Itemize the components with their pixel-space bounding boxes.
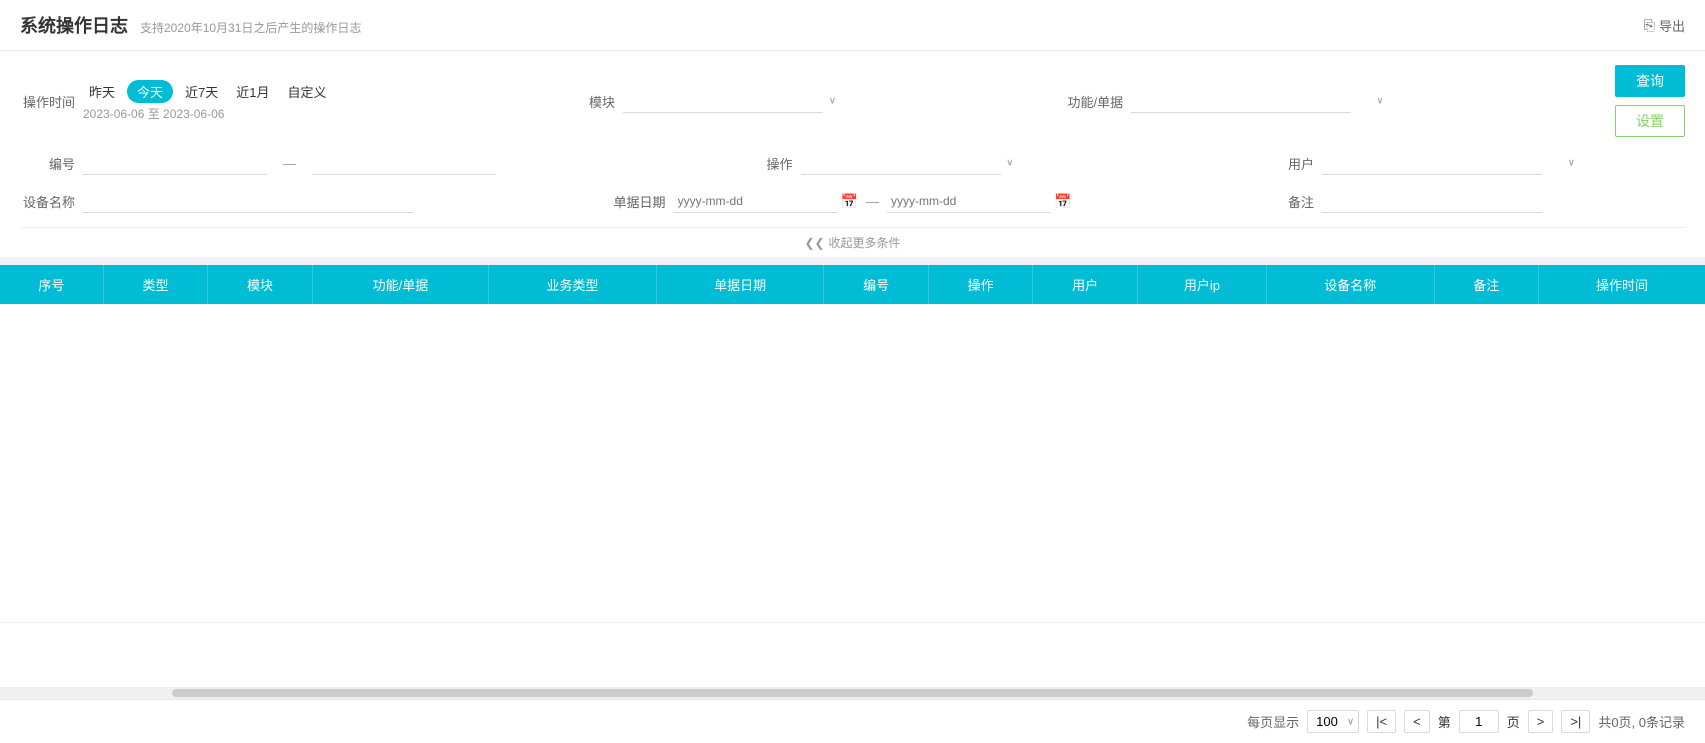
code-input-from[interactable] (83, 151, 267, 175)
time-label: 操作时间 (20, 92, 75, 111)
remark-filter-item: 备注 (1259, 189, 1579, 213)
user-chevron-icon: ∨ (1568, 158, 1575, 169)
calendar-to-icon[interactable]: 📅 (1054, 193, 1071, 210)
module-label: 模块 (560, 92, 615, 111)
col-remark: 备注 (1434, 265, 1538, 304)
user-filter-item: 用户 ∨ (1259, 151, 1579, 175)
page-header: 系统操作日志 支持2020年10月31日之后产生的操作日志 ⎘ 导出 (0, 0, 1705, 51)
collapse-arrow-icon: ❮❮ (804, 236, 824, 250)
action-buttons: 查询 设置 (1615, 65, 1685, 137)
filter-row-2: 编号 — 操作 ∨ 用户 (20, 151, 1685, 175)
col-code: 编号 (824, 265, 928, 304)
col-user-ip: 用户ip (1137, 265, 1266, 304)
code-input-to[interactable] (312, 151, 496, 175)
col-func: 功能/单据 (312, 265, 488, 304)
module-chevron-icon: ∨ (829, 96, 836, 107)
empty-state (8, 313, 1697, 613)
col-voucher-date: 单据日期 (656, 265, 824, 304)
col-type: 类型 (103, 265, 207, 304)
filter-row-1: 操作时间 昨天 今天 近7天 近1月 自定义 2023-06-06 至 2023… (20, 65, 1685, 137)
horizontal-scrollbar[interactable] (0, 687, 1705, 699)
calendar-from-icon[interactable]: 📅 (841, 193, 858, 210)
export-icon: ⎘ (1644, 17, 1655, 34)
settings-button[interactable]: 设置 (1615, 105, 1685, 137)
next-page-button[interactable]: > (1528, 710, 1554, 733)
table-wrapper: 序号 类型 模块 功能/单据 业务类型 单据日期 编号 操作 用户 用户ip 设… (0, 265, 1705, 687)
scrollbar-thumb[interactable] (172, 689, 1533, 697)
first-page-button[interactable]: |< (1367, 710, 1396, 733)
module-filter-item: 模块 ∨ (560, 89, 840, 113)
date-range-dash: — (866, 194, 879, 209)
user-select[interactable] (1322, 151, 1542, 175)
func-label: 功能/单据 (1068, 92, 1124, 111)
func-select[interactable] (1131, 89, 1351, 113)
operation-label: 操作 (738, 154, 793, 173)
last1m-btn[interactable]: 近1月 (230, 80, 275, 103)
page-title: 系统操作日志 (20, 12, 128, 38)
func-filter-item: 功能/单据 ∨ (1068, 89, 1388, 113)
voucher-date-label: 单据日期 (601, 192, 666, 211)
module-select[interactable] (623, 89, 823, 113)
operation-filter-item: 操作 ∨ (738, 151, 1018, 175)
func-chevron-icon: ∨ (1376, 96, 1383, 107)
page-number-input[interactable] (1459, 710, 1499, 733)
export-button[interactable]: ⎘ 导出 (1644, 16, 1685, 35)
device-label: 设备名称 (20, 192, 75, 211)
date-range-display: 2023-06-06 至 2023-06-06 (83, 105, 333, 122)
code-range-divider: — (283, 156, 296, 171)
collapse-bar: ❮❮ 收起更多条件 (20, 227, 1685, 257)
col-user: 用户 (1033, 265, 1137, 304)
filter-area: 操作时间 昨天 今天 近7天 近1月 自定义 2023-06-06 至 2023… (0, 51, 1705, 257)
remark-label: 备注 (1259, 192, 1314, 211)
code-label: 编号 (20, 154, 75, 173)
date-from-input[interactable] (674, 190, 837, 213)
user-label: 用户 (1259, 154, 1314, 173)
last7-btn[interactable]: 近7天 (179, 80, 224, 103)
device-input[interactable] (83, 189, 413, 213)
col-seq: 序号 (0, 265, 103, 304)
pagination-bar: 每页显示 100 50 200 |< < 第 页 > >| 共0页, 0条记录 (0, 699, 1705, 743)
prev-page-button[interactable]: < (1404, 710, 1430, 733)
page-prefix: 第 (1438, 712, 1451, 731)
code-filter-item: 编号 — (20, 151, 496, 175)
page-size-select[interactable]: 100 50 200 (1307, 710, 1359, 733)
col-device: 设备名称 (1266, 265, 1434, 304)
custom-btn[interactable]: 自定义 (282, 80, 333, 103)
total-info: 共0页, 0条记录 (1598, 712, 1685, 731)
page-suffix: 页 (1507, 712, 1520, 731)
yesterday-btn[interactable]: 昨天 (83, 80, 121, 103)
col-module: 模块 (208, 265, 312, 304)
page-subtitle: 支持2020年10月31日之后产生的操作日志 (140, 19, 361, 36)
data-table: 序号 类型 模块 功能/单据 业务类型 单据日期 编号 操作 用户 用户ip 设… (0, 265, 1705, 623)
table-header-row: 序号 类型 模块 功能/单据 业务类型 单据日期 编号 操作 用户 用户ip 设… (0, 265, 1705, 304)
operation-select[interactable] (801, 151, 1001, 175)
collapse-button[interactable]: ❮❮ 收起更多条件 (804, 234, 900, 251)
col-op-time: 操作时间 (1539, 265, 1705, 304)
last-page-button[interactable]: >| (1561, 710, 1590, 733)
filter-row-3: 设备名称 单据日期 📅 — 📅 备注 (20, 189, 1685, 213)
col-biz-type: 业务类型 (489, 265, 657, 304)
operation-chevron-icon: ∨ (1006, 158, 1013, 169)
query-button[interactable]: 查询 (1615, 65, 1685, 97)
date-to-input[interactable] (887, 190, 1050, 213)
voucher-date-filter-item: 单据日期 📅 — 📅 (601, 190, 1072, 213)
remark-input[interactable] (1322, 189, 1542, 213)
page-size-label: 每页显示 (1247, 712, 1299, 731)
time-filter-item: 操作时间 昨天 今天 近7天 近1月 自定义 2023-06-06 至 2023… (20, 80, 333, 122)
col-operation: 操作 (928, 265, 1032, 304)
device-filter-item: 设备名称 (20, 189, 413, 213)
today-btn[interactable]: 今天 (127, 80, 173, 103)
